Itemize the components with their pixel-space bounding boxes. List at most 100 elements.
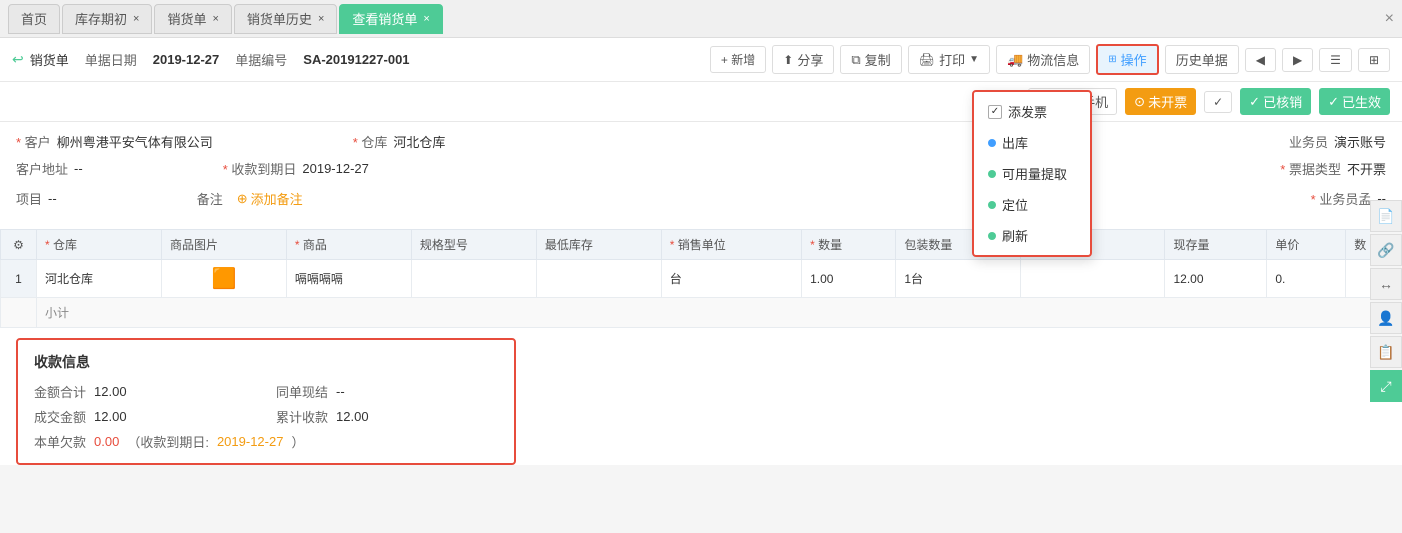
view-grid-button[interactable]: ⊞ — [1358, 48, 1390, 72]
same-order-label: 同单现结 — [276, 382, 328, 401]
refresh-label: 刷新 — [1002, 226, 1028, 245]
doc-icon: ↩ — [12, 51, 24, 68]
action-bar2: 📱 来自手机 ⊙ 未开票 ✓ ✓ 已核销 ✓ 已生效 — [0, 82, 1402, 122]
locate-label: 定位 — [1002, 195, 1028, 214]
customer-value: 柳州粤港平安气体有限公司 — [57, 132, 213, 151]
form-row-2: 客户地址 -- 收款到期日 2019-12-27 票据类型 不开票 — [16, 159, 1386, 178]
table-header-row: ⚙ 仓库 商品图片 商品 规格型号 最低库存 销售单位 数量 包装数量 可用量（… — [1, 230, 1402, 260]
col-sales-unit: 销售单位 — [661, 230, 801, 260]
cumulative-payment-label: 累计收款 — [276, 407, 328, 426]
already-effective-label: 已生效 — [1342, 92, 1381, 111]
tab-home[interactable]: 首页 — [8, 4, 60, 34]
amount-total-item: 金额合计 12.00 — [34, 382, 256, 401]
warehouse-label: 仓库 — [353, 132, 388, 151]
subtotal-label: 小计 — [37, 298, 1402, 328]
tab-inventory-close[interactable]: × — [133, 13, 139, 25]
col-product: 商品 — [286, 230, 411, 260]
tick-button[interactable]: ✓ — [1204, 91, 1232, 113]
view-list-button[interactable]: ☰ — [1319, 48, 1352, 72]
tab-sales-close[interactable]: × — [212, 13, 218, 25]
row-spec — [411, 260, 536, 298]
right-icon-link[interactable]: 🔗 — [1370, 234, 1402, 266]
share-icon: ⬆ — [783, 53, 793, 67]
tab-sales-history[interactable]: 销货单历史 × — [234, 4, 337, 34]
date-label: 单据日期 — [85, 50, 137, 69]
share-button[interactable]: ⬆ 分享 — [772, 45, 834, 74]
due-date-label: 收款到期日 — [223, 159, 297, 178]
already-cancelled-button[interactable]: ✓ 已核销 — [1240, 88, 1311, 115]
available-extract-dot-icon — [988, 170, 996, 178]
already-effective-button[interactable]: ✓ 已生效 — [1319, 88, 1390, 115]
history-button[interactable]: 历史单据 — [1165, 45, 1239, 74]
check-icon: ✓ — [1249, 94, 1260, 110]
logistics-button[interactable]: 🚚 物流信息 — [996, 45, 1090, 74]
warehouse-value: 河北仓库 — [393, 132, 445, 151]
outstanding-label: 本单欠款 — [34, 432, 86, 451]
transaction-amount-label: 成交金额 — [34, 407, 86, 426]
right-icon-swap[interactable]: ↔ — [1370, 268, 1402, 300]
tab-sales-history-close[interactable]: × — [318, 13, 324, 25]
print-button[interactable]: 🖨 打印 ▼ — [908, 45, 990, 74]
row-warehouse: 河北仓库 — [37, 260, 162, 298]
right-icon-user[interactable]: 👤 — [1370, 302, 1402, 334]
dropdown-add-invoice[interactable]: ✓ 添发票 — [974, 96, 1090, 127]
customer-field: 客户 柳州粤港平安气体有限公司 — [16, 132, 213, 151]
address-value: -- — [74, 161, 83, 176]
customer-label: 客户 — [16, 132, 51, 151]
copy-button[interactable]: ⧉ 复制 — [840, 45, 901, 74]
row-min-stock — [536, 260, 661, 298]
dropdown-refresh[interactable]: 刷新 — [974, 220, 1090, 251]
address-label: 客户地址 — [16, 159, 68, 178]
operations-icon: ⊞ — [1108, 54, 1116, 65]
notes-field: 备注 ⊕ 添加备注 — [197, 186, 311, 211]
tab-bar: 首页 库存期初 × 销货单 × 销货单历史 × 查看销货单 × × — [0, 0, 1402, 38]
col-unit-price: 单价 — [1267, 230, 1346, 260]
right-icon-expand[interactable]: ⤢ — [1370, 370, 1402, 402]
row-available — [1021, 260, 1165, 298]
copy-label: 复制 — [865, 50, 891, 69]
tab-inventory[interactable]: 库存期初 × — [62, 4, 152, 34]
payment-grid: 金额合计 12.00 同单现结 -- 成交金额 12.00 累计收款 12.00… — [34, 382, 498, 451]
window-close-button[interactable]: × — [1385, 10, 1394, 28]
tab-sales-label: 销货单 — [167, 9, 206, 28]
doc-title: ↩ 销货单 — [12, 50, 69, 69]
amount-total-value: 12.00 — [94, 384, 127, 399]
toolbar-actions: + 新增 ⬆ 分享 ⧉ 复制 🖨 打印 ▼ 🚚 物流信息 ⊞ 操作 — [710, 44, 1390, 75]
dropdown-locate[interactable]: 定位 — [974, 189, 1090, 220]
tab-sales-history-label: 销货单历史 — [247, 9, 312, 28]
notes-label: 备注 — [197, 189, 223, 208]
right-icon-clipboard[interactable]: 📋 — [1370, 336, 1402, 368]
tab-view-sales-close[interactable]: × — [423, 13, 429, 25]
right-icon-doc[interactable]: 📄 — [1370, 200, 1402, 232]
payment-box: 收款信息 金额合计 12.00 同单现结 -- 成交金额 12.00 累计收款 … — [16, 338, 516, 465]
plus-icon: ⊕ — [237, 191, 248, 207]
form-row-3: 项目 -- 备注 ⊕ 添加备注 业务员孟 -- — [16, 186, 1386, 211]
refresh-dot-icon — [988, 232, 996, 240]
nav-prev-button[interactable]: ◀ — [1245, 48, 1276, 72]
col-quantity: 数量 — [802, 230, 896, 260]
col-warehouse: 仓库 — [37, 230, 162, 260]
outstanding-note: （收款到期日: — [127, 432, 209, 451]
col-min-stock: 最低库存 — [536, 230, 661, 260]
operations-button[interactable]: ⊞ 操作 — [1096, 44, 1158, 75]
nav-next-button[interactable]: ▶ — [1282, 48, 1313, 72]
tab-inventory-label: 库存期初 — [75, 9, 127, 28]
amount-total-label: 金额合计 — [34, 382, 86, 401]
data-table: ⚙ 仓库 商品图片 商品 规格型号 最低库存 销售单位 数量 包装数量 可用量（… — [0, 229, 1402, 328]
new-button[interactable]: + 新增 — [710, 46, 766, 73]
date-value: 2019-12-27 — [153, 52, 220, 67]
not-opened-button[interactable]: ⊙ 未开票 — [1125, 88, 1196, 115]
outbound-label: 出库 — [1002, 133, 1028, 152]
table-area: ⚙ 仓库 商品图片 商品 规格型号 最低库存 销售单位 数量 包装数量 可用量（… — [0, 229, 1402, 328]
not-opened-label: 未开票 — [1148, 92, 1187, 111]
add-notes-button[interactable]: ⊕ 添加备注 — [229, 186, 311, 211]
tab-view-sales[interactable]: 查看销货单 × — [339, 4, 442, 34]
ticket-type-label: 票据类型 — [1280, 159, 1341, 178]
doc-info: ↩ 销货单 单据日期 2019-12-27 单据编号 SA-20191227-0… — [12, 50, 410, 69]
table-row: 1 河北仓库 🟧 嗝嗝嗝嗝 台 1.00 1台 12.00 0. — [1, 260, 1402, 298]
dropdown-available-extract[interactable]: 可用量提取 — [974, 158, 1090, 189]
tab-sales[interactable]: 销货单 × — [154, 4, 231, 34]
operations-label: 操作 — [1121, 50, 1147, 69]
dropdown-outbound[interactable]: 出库 — [974, 127, 1090, 158]
number-label: 单据编号 — [235, 50, 287, 69]
